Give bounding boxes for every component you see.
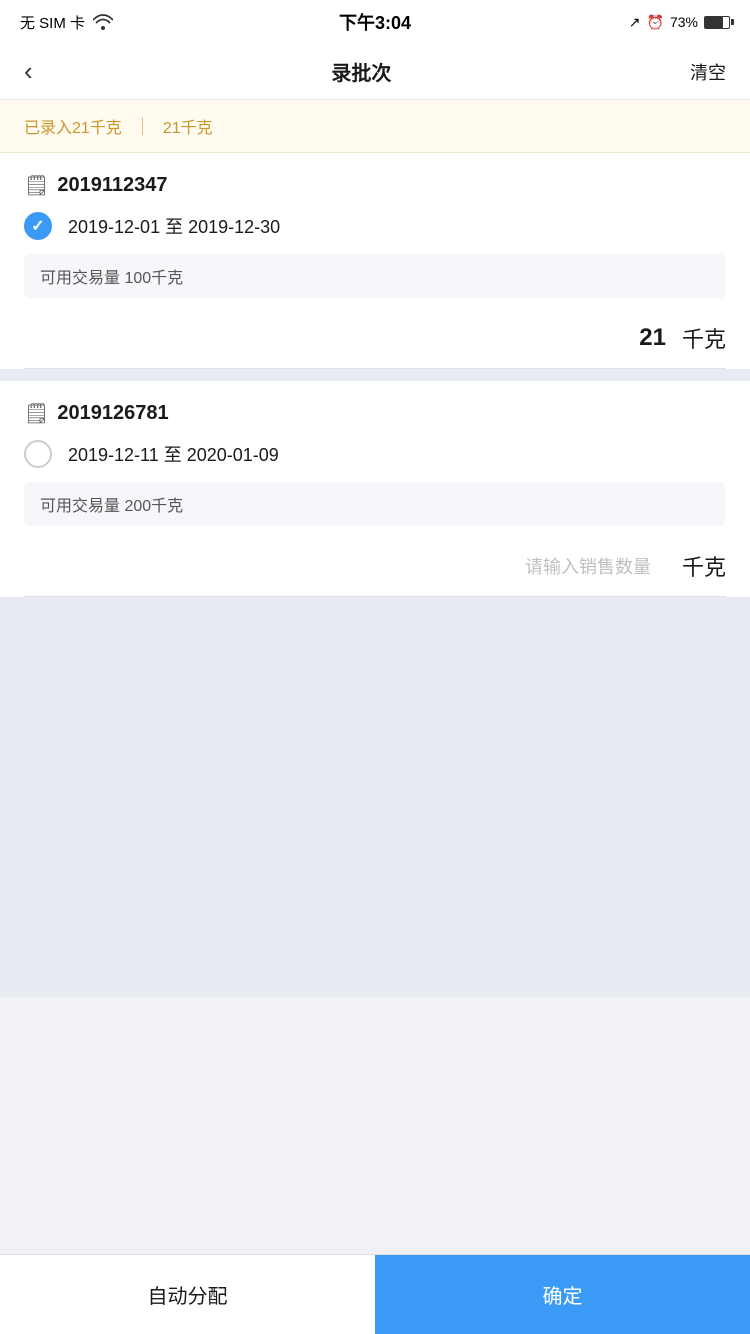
batch-1-date-row[interactable]: 2019-12-01 至 2019-12-30 <box>0 208 750 244</box>
recorded-value: 21千克 <box>163 114 213 138</box>
location-icon: ↗ <box>629 14 641 31</box>
batch-1-id: 2019112347 <box>57 174 167 197</box>
info-banner: 已录入21千克 21千克 <box>0 100 750 153</box>
clear-button[interactable]: 清空 <box>690 59 726 85</box>
recorded-label: 已录入21千克 <box>24 114 122 138</box>
carrier-text: 无 SIM 卡 <box>20 12 85 33</box>
batch-2-header: 🗒 2019126781 <box>0 381 750 436</box>
page-title: 录批次 <box>331 57 391 86</box>
battery-icon <box>704 16 730 29</box>
doc-icon-2: 🗒 <box>24 401 49 426</box>
batch-card-1: 🗒 2019112347 2019-12-01 至 2019-12-30 可用交… <box>0 153 750 369</box>
batch-2-unit: 千克 <box>682 550 726 582</box>
nav-bar: ‹ 录批次 清空 <box>0 44 750 100</box>
batch-1-date: 2019-12-01 至 2019-12-30 <box>68 213 280 239</box>
back-button[interactable]: ‹ <box>24 56 33 87</box>
status-bar: 无 SIM 卡 下午3:04 ↗ ⏰ 73% <box>0 0 750 44</box>
batch-2-id: 2019126781 <box>57 402 168 425</box>
batch-2-available: 可用交易量 200千克 <box>24 482 726 526</box>
bottom-bar: 自动分配 确定 <box>0 1254 750 1334</box>
empty-area <box>0 597 750 997</box>
batch-1-amount: 21 <box>639 324 666 352</box>
batch-2-date-row[interactable]: 2019-12-11 至 2020-01-09 <box>0 436 750 472</box>
batch-card-2: 🗒 2019126781 2019-12-11 至 2020-01-09 可用交… <box>0 381 750 597</box>
status-left: 无 SIM 卡 <box>20 12 113 33</box>
banner-divider <box>142 117 143 135</box>
batch-1-radio[interactable] <box>24 212 52 240</box>
batch-2-input-row: 千克 <box>0 536 750 596</box>
batch-1-unit: 千克 <box>682 322 726 354</box>
status-right: ↗ ⏰ 73% <box>629 14 730 31</box>
batch-2-radio[interactable] <box>24 440 52 468</box>
alarm-icon: ⏰ <box>647 14 664 31</box>
doc-icon-1: 🗒 <box>24 173 49 198</box>
confirm-button[interactable]: 确定 <box>375 1255 750 1334</box>
batch-2-date: 2019-12-11 至 2020-01-09 <box>68 441 279 467</box>
batch-1-amount-row: 21 千克 <box>0 308 750 368</box>
batch-1-header: 🗒 2019112347 <box>0 153 750 208</box>
wifi-icon <box>93 14 113 30</box>
batch-1-available: 可用交易量 100千克 <box>24 254 726 298</box>
battery-percent: 73% <box>670 14 698 30</box>
status-time: 下午3:04 <box>339 9 411 35</box>
quantity-input-2[interactable] <box>466 553 666 579</box>
auto-distribute-button[interactable]: 自动分配 <box>0 1255 375 1334</box>
section-divider <box>0 369 750 381</box>
